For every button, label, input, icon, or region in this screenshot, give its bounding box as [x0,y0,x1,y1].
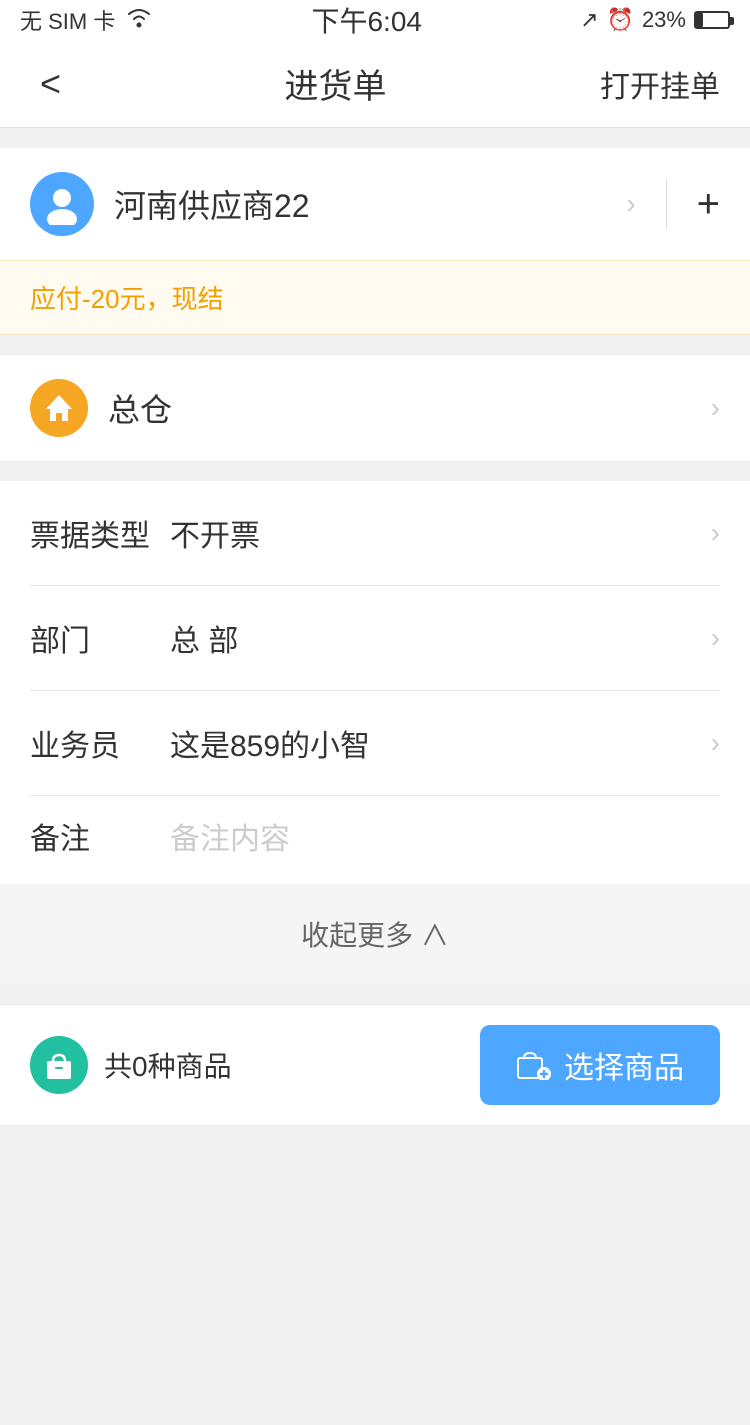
back-button[interactable]: < [30,53,71,115]
page-title: 进货单 [285,59,387,108]
department-row[interactable]: 部门 总 部 › [0,586,750,690]
department-value: 总 部 [150,616,711,660]
product-info: 共0种商品 [30,1036,232,1094]
supplier-avatar [30,172,94,236]
page-background [0,1125,750,1425]
supplier-row[interactable]: 河南供应商22 › + [0,148,750,260]
warehouse-icon [30,379,88,437]
invoice-type-row[interactable]: 票据类型 不开票 › [0,481,750,585]
battery-icon [694,11,730,29]
wifi-icon [125,6,153,34]
supplier-chevron-icon: › [626,188,635,220]
status-time: 下午6:04 [311,0,422,40]
bottom-bar: 共0种商品 选择商品 [0,1004,750,1125]
invoice-type-value: 不开票 [150,511,711,555]
supplier-name: 河南供应商22 [114,181,626,227]
supplier-card: 河南供应商22 › + 应付-20元，现结 [0,148,750,335]
select-product-icon [516,1050,552,1080]
bottom-divider [0,984,750,1004]
remarks-row[interactable]: 备注 [0,796,750,884]
remarks-label: 备注 [30,796,150,884]
location-icon: ↗ [580,7,598,33]
status-bar: 无 SIM 卡 下午6:04 ↗ ⏰ 23% [0,0,750,40]
select-product-button[interactable]: 选择商品 [480,1025,720,1105]
collapse-label: 收起更多 ∧ [301,914,449,954]
salesperson-value: 这是859的小智 [150,721,711,765]
salesperson-label: 业务员 [30,721,150,765]
select-product-label: 选择商品 [564,1043,684,1087]
alarm-icon: ⏰ [607,7,634,33]
middle-divider2 [0,461,750,481]
department-chevron-icon: › [711,622,720,654]
supplier-divider [666,179,667,229]
add-button[interactable]: + [697,184,720,224]
warehouse-chevron-icon: › [711,392,720,424]
department-label: 部门 [30,616,150,660]
status-right: ↗ ⏰ 23% [580,7,730,33]
product-count: 共0种商品 [104,1045,232,1085]
middle-divider1 [0,335,750,355]
form-card: 票据类型 不开票 › 部门 总 部 › 业务员 这是859的小智 › 备注 [0,481,750,884]
supplier-actions: › + [626,179,720,229]
product-icon [30,1036,88,1094]
invoice-type-label: 票据类型 [30,511,150,555]
salesperson-chevron-icon: › [711,727,720,759]
status-left: 无 SIM 卡 [20,4,153,36]
top-divider [0,128,750,148]
carrier-text: 无 SIM 卡 [20,4,115,36]
battery-percent: 23% [642,7,686,33]
warehouse-name: 总仓 [108,385,711,431]
nav-bar: < 进货单 打开挂单 [0,40,750,128]
remarks-input[interactable] [150,823,720,857]
warehouse-row[interactable]: 总仓 › [0,355,750,461]
salesperson-row[interactable]: 业务员 这是859的小智 › [0,691,750,795]
warehouse-card: 总仓 › [0,355,750,461]
collapse-button[interactable]: 收起更多 ∧ [0,884,750,984]
open-pending-button[interactable]: 打开挂单 [600,62,720,106]
info-banner: 应付-20元，现结 [0,260,750,335]
invoice-chevron-icon: › [711,517,720,549]
